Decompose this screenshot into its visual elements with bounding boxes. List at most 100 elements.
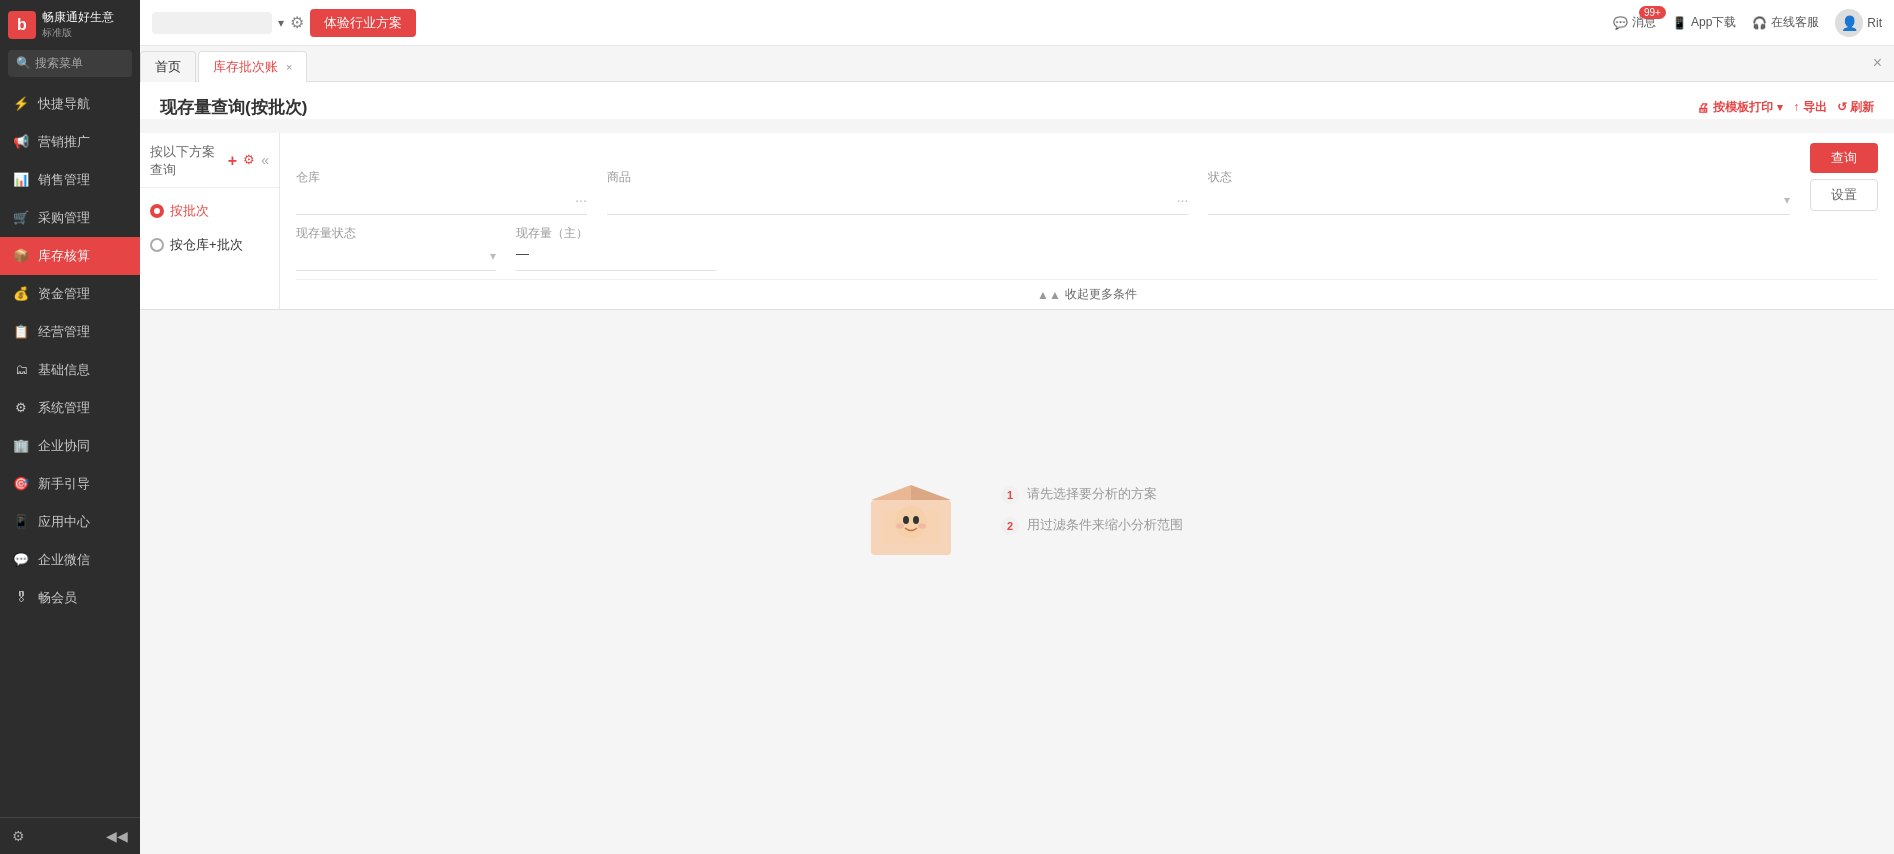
app-version: 标准版 [42, 26, 114, 40]
tab-home-label: 首页 [155, 58, 181, 76]
template-dropdown-icon[interactable]: ▾ [1777, 101, 1783, 114]
finance-icon: 💰 [12, 285, 30, 303]
stock-status-value[interactable] [296, 246, 490, 266]
trial-button[interactable]: 体验行业方案 [310, 9, 416, 37]
stock-qty-value[interactable]: — [516, 246, 716, 266]
solution-label: 按仓库+批次 [170, 236, 243, 254]
stock-qty-input-wrapper: — [516, 246, 716, 271]
tab-batch-ledger[interactable]: 库存批次账 × [198, 51, 307, 82]
sidebar-item-label: 资金管理 [38, 285, 90, 303]
status-dropdown-icon[interactable]: ▾ [1784, 193, 1790, 207]
export-button[interactable]: ↑ 导出 [1793, 99, 1826, 116]
sidebar-item-basic[interactable]: 🗂 基础信息 [0, 351, 140, 389]
shortcut-icon: ⚡ [12, 95, 30, 113]
topbar: ▾ ⚙ 体验行业方案 💬 消息 99+ 📱 App下载 🎧 在线客服 👤 Rit [140, 0, 1894, 46]
warehouse-input-wrapper: ··· [296, 190, 587, 215]
status-label: 状态 [1208, 169, 1790, 186]
sidebar-search[interactable]: 🔍 搜索菜单 [8, 50, 132, 77]
product-input-wrapper: ··· [607, 190, 1189, 215]
tip-num-1: 1 [1001, 486, 1019, 504]
sidebar-item-purchase[interactable]: 🛒 采购管理 [0, 199, 140, 237]
solution-item-by-batch[interactable]: 按批次 [140, 194, 279, 228]
empty-tips: 1 请先选择要分析的方案 2 用过滤条件来缩小分析范围 [1001, 485, 1183, 535]
sidebar-nav: ⚡ 快捷导航 📢 营销推广 📊 销售管理 🛒 采购管理 📦 库存核算 💰 资金管… [0, 85, 140, 817]
status-value[interactable] [1208, 190, 1784, 210]
sidebar-item-shortcut[interactable]: ⚡ 快捷导航 [0, 85, 140, 123]
sidebar-item-member[interactable]: 🎖 畅会员 [0, 579, 140, 617]
sidebar-item-sales[interactable]: 📊 销售管理 [0, 161, 140, 199]
tip-text-1: 请先选择要分析的方案 [1027, 485, 1157, 503]
user-name: Rit [1867, 16, 1882, 30]
stock-status-dropdown-icon[interactable]: ▾ [490, 249, 496, 263]
stock-qty-label: 现存量（主） [516, 225, 716, 242]
empty-svg [851, 450, 971, 570]
sidebar-header: b 畅康通好生意 标准版 [0, 0, 140, 46]
warehouse-label: 仓库 [296, 169, 587, 186]
topbar-settings-icon[interactable]: ⚙ [290, 13, 304, 32]
product-label: 商品 [607, 169, 1189, 186]
settings-button[interactable]: 设置 [1810, 179, 1878, 211]
online-service-button[interactable]: 🎧 在线客服 [1752, 14, 1819, 31]
sidebar-item-label: 企业微信 [38, 551, 90, 569]
template-print-button[interactable]: 🖨 按模板打印 ▾ [1697, 99, 1783, 116]
newbie-icon: 🎯 [12, 475, 30, 493]
sidebar-item-operations[interactable]: 📋 经营管理 [0, 313, 140, 351]
warehouse-more-icon[interactable]: ··· [575, 192, 587, 208]
collapse-conditions-button[interactable]: ▲▲ 收起更多条件 [296, 279, 1878, 309]
footer-menu-icon[interactable]: ◀◀ [106, 828, 128, 844]
app-logo: b [8, 11, 36, 39]
sidebar-item-marketing[interactable]: 📢 营销推广 [0, 123, 140, 161]
sidebar-item-wechat[interactable]: 💬 企业微信 [0, 541, 140, 579]
solution-dot [150, 204, 164, 218]
sidebar-item-finance[interactable]: 💰 资金管理 [0, 275, 140, 313]
svg-marker-1 [871, 485, 911, 500]
empty-tip-1: 1 请先选择要分析的方案 [1001, 485, 1183, 504]
tab-close-icon[interactable]: × [286, 61, 292, 73]
status-input-wrapper: ▾ [1208, 190, 1790, 215]
title-actions: 🖨 按模板打印 ▾ ↑ 导出 ↺ 刷新 [1697, 99, 1874, 116]
app-download-button[interactable]: 📱 App下载 [1672, 14, 1736, 31]
stock-status-label: 现存量状态 [296, 225, 496, 242]
tab-batch-ledger-label: 库存批次账 [213, 58, 278, 76]
sidebar: b 畅康通好生意 标准版 🔍 搜索菜单 ⚡ 快捷导航 📢 营销推广 📊 销售管理… [0, 0, 140, 854]
app-icon: 📱 [12, 513, 30, 531]
avatar-image: 👤 [1835, 9, 1863, 37]
sidebar-item-enterprise[interactable]: 🏢 企业协同 [0, 427, 140, 465]
add-solution-icon[interactable]: + [228, 152, 237, 170]
collapse-left-icon[interactable]: « [261, 152, 269, 170]
tab-home[interactable]: 首页 [140, 51, 196, 82]
topbar-search-input[interactable] [152, 12, 272, 34]
wechat-icon: 💬 [12, 551, 30, 569]
close-panel-button[interactable]: × [1861, 45, 1894, 81]
product-value[interactable] [607, 190, 1177, 210]
solution-item-by-warehouse-batch[interactable]: 按仓库+批次 [140, 228, 279, 262]
sidebar-item-system[interactable]: ⚙ 系统管理 [0, 389, 140, 427]
warehouse-filter-group: 仓库 ··· [296, 169, 587, 215]
message-button[interactable]: 💬 消息 99+ [1613, 14, 1656, 31]
tip-num-2: 2 [1001, 517, 1019, 535]
svg-point-8 [918, 524, 926, 529]
empty-state-container: 1 请先选择要分析的方案 2 用过滤条件来缩小分析范围 [140, 310, 1894, 710]
sidebar-item-label: 企业协同 [38, 437, 90, 455]
solution-dot-inactive [150, 238, 164, 252]
filter-container: 按以下方案查询 + ⚙ « 按批次 按仓库+批次 [140, 133, 1894, 310]
status-filter-group: 状态 ▾ [1208, 169, 1790, 215]
footer-settings-icon[interactable]: ⚙ [12, 828, 25, 844]
basic-icon: 🗂 [12, 361, 30, 379]
sidebar-item-app[interactable]: 📱 应用中心 [0, 503, 140, 541]
solution-settings-icon[interactable]: ⚙ [243, 152, 255, 170]
query-button[interactable]: 查询 [1810, 143, 1878, 173]
refresh-icon: ↺ [1837, 100, 1847, 114]
stock-status-input-wrapper: ▾ [296, 246, 496, 271]
product-more-icon[interactable]: ··· [1177, 192, 1189, 208]
warehouse-value[interactable] [296, 190, 575, 210]
sidebar-item-inventory[interactable]: 📦 库存核算 [0, 237, 140, 275]
sidebar-item-label: 库存核算 [38, 247, 90, 265]
topbar-right: 💬 消息 99+ 📱 App下载 🎧 在线客服 👤 Rit [1613, 9, 1882, 37]
topbar-dropdown-icon[interactable]: ▾ [278, 16, 284, 30]
sidebar-item-label: 基础信息 [38, 361, 90, 379]
main-area: ▾ ⚙ 体验行业方案 💬 消息 99+ 📱 App下载 🎧 在线客服 👤 Rit [140, 0, 1894, 854]
refresh-button[interactable]: ↺ 刷新 [1837, 99, 1874, 116]
user-avatar[interactable]: 👤 Rit [1835, 9, 1882, 37]
sidebar-item-newbie[interactable]: 🎯 新手引导 [0, 465, 140, 503]
